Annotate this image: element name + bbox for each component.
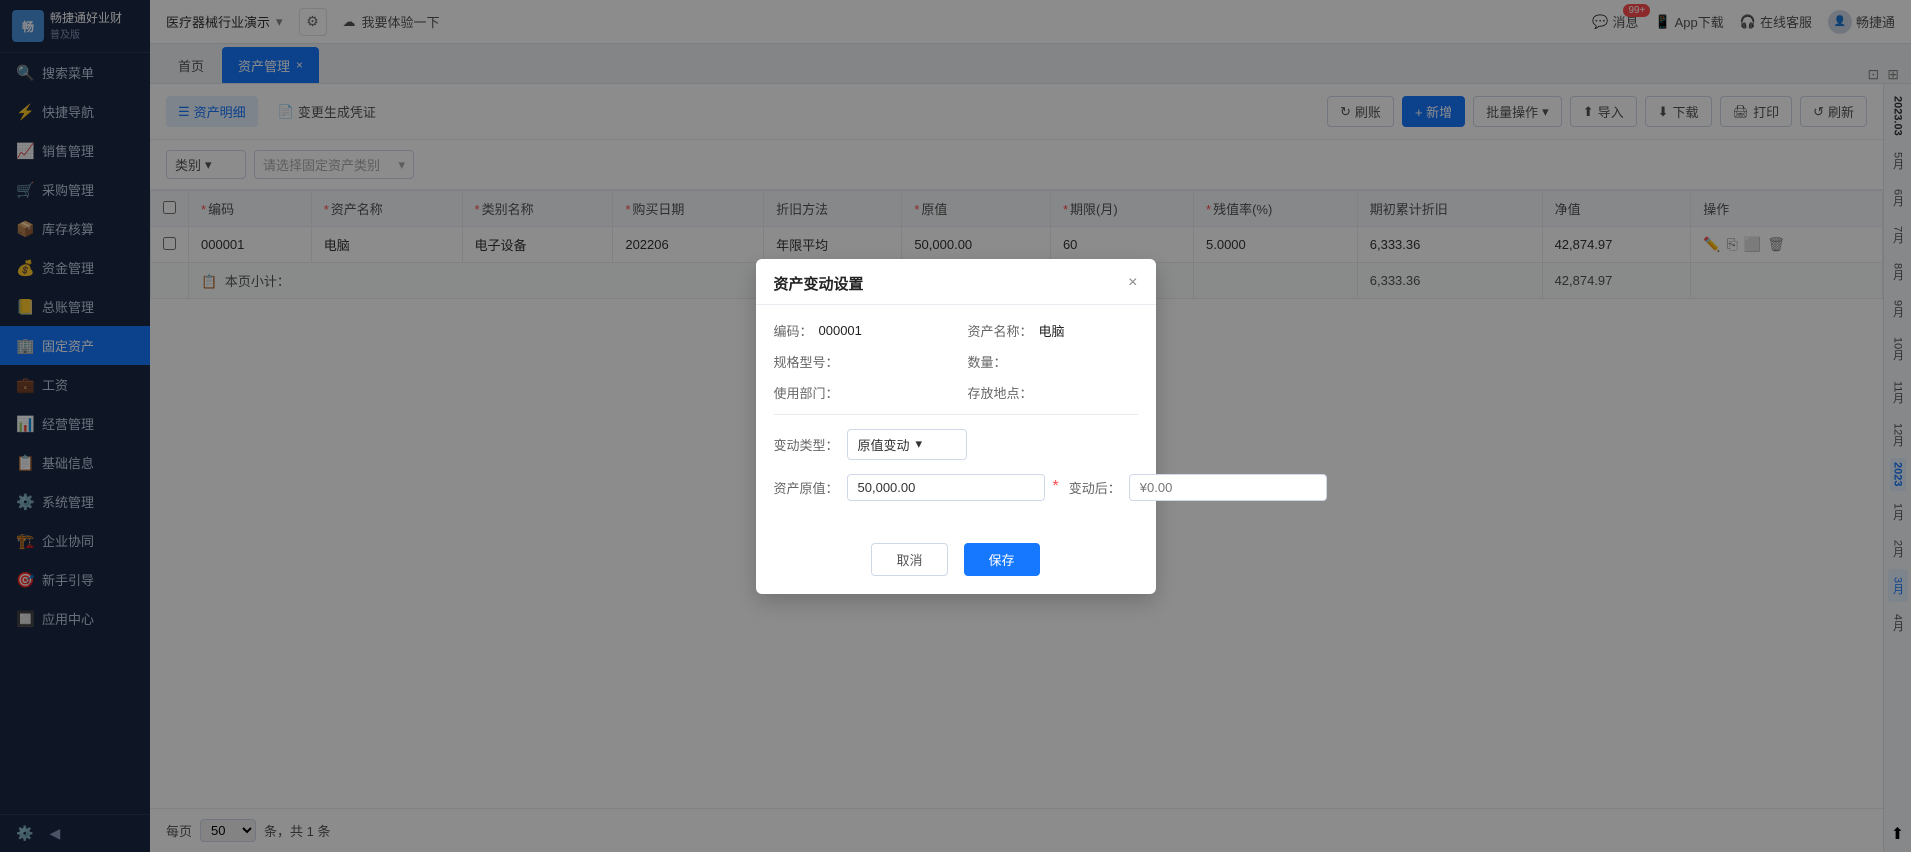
select-chevron-icon: ▾ <box>916 436 923 452</box>
asset-value-label: 资产原值： <box>774 478 839 497</box>
modal-value-row: 资产原值： * 变动后： <box>774 474 1138 501</box>
modal-field-name: 资产名称： 电脑 <box>968 321 1138 340</box>
modal-row-2: 规格型号： 数量： <box>774 352 1138 371</box>
modal-row-3: 使用部门： 存放地点： <box>774 383 1138 402</box>
code-label: 编码： <box>774 321 813 340</box>
asset-value-input[interactable] <box>847 474 1045 501</box>
asset-change-modal: 资产变动设置 × 编码： 000001 资产名称： 电脑 规格型号： <box>756 259 1156 594</box>
change-type-label: 变动类型： <box>774 435 839 454</box>
save-button[interactable]: 保存 <box>964 543 1040 576</box>
code-value: 000001 <box>819 323 862 338</box>
modal-overlay: 资产变动设置 × 编码： 000001 资产名称： 电脑 规格型号： <box>0 0 1911 852</box>
after-value-input[interactable] <box>1129 474 1327 501</box>
modal-body: 编码： 000001 资产名称： 电脑 规格型号： 数量： <box>756 305 1156 533</box>
dept-label: 使用部门： <box>774 383 839 402</box>
modal-divider <box>774 414 1138 415</box>
required-mark: * <box>1053 478 1059 496</box>
after-label: 变动后： <box>1069 478 1121 497</box>
change-type-select[interactable]: 原值变动 ▾ <box>847 429 967 460</box>
modal-close-button[interactable]: × <box>1128 274 1137 292</box>
modal-field-code: 编码： 000001 <box>774 321 944 340</box>
quantity-label: 数量： <box>968 352 1007 371</box>
modal-field-quantity: 数量： <box>968 352 1138 371</box>
modal-field-location: 存放地点： <box>968 383 1138 402</box>
modal-field-dept: 使用部门： <box>774 383 944 402</box>
name-value: 电脑 <box>1039 321 1065 340</box>
modal-change-type-row: 变动类型： 原值变动 ▾ <box>774 429 1138 460</box>
cancel-button[interactable]: 取消 <box>871 543 947 576</box>
spec-label: 规格型号： <box>774 352 839 371</box>
modal-field-spec: 规格型号： <box>774 352 944 371</box>
modal-title: 资产变动设置 <box>774 273 864 294</box>
modal-row-1: 编码： 000001 资产名称： 电脑 <box>774 321 1138 340</box>
modal-header: 资产变动设置 × <box>756 259 1156 305</box>
modal-footer: 取消 保存 <box>756 533 1156 594</box>
change-type-value: 原值变动 <box>858 435 910 454</box>
name-label: 资产名称： <box>968 321 1033 340</box>
location-label: 存放地点： <box>968 383 1033 402</box>
